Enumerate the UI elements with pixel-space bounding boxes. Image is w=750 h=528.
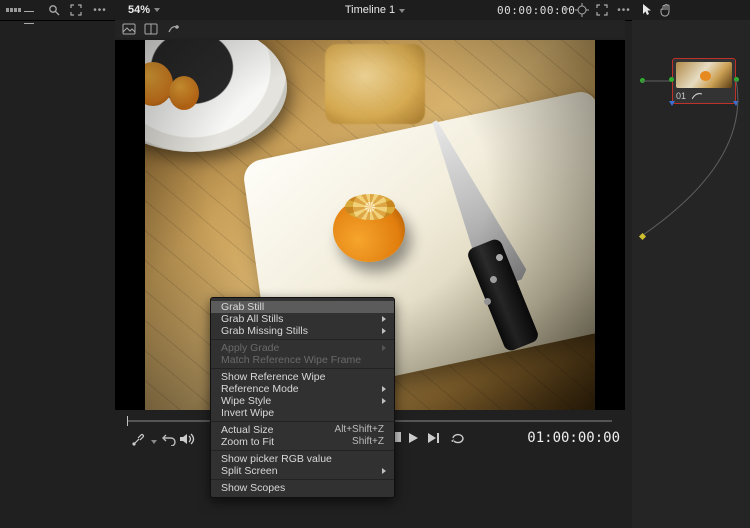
chevron-right-icon [382,398,386,404]
hand-tool-icon[interactable] [658,0,674,20]
node-graph-panel[interactable]: 01 [632,20,750,528]
chevron-down-icon [399,9,405,13]
record-timecode[interactable]: 01:00:00:00 [527,430,620,446]
next-clip-button[interactable] [426,431,440,445]
mute-toggle-icon[interactable] [179,432,195,446]
chevron-down-icon[interactable] [558,0,570,20]
chevron-right-icon [382,328,386,334]
top-toolbar: ••• 54% Timeline 1 00:00:00:00 ••• [0,0,750,21]
menu-show-picker-rgb[interactable]: Show picker RGB value [211,453,394,465]
image-mode-icon[interactable] [121,20,137,38]
menu-wipe-style[interactable]: Wipe Style [211,395,394,407]
viewer-toolbar [115,20,625,38]
menu-invert-wipe[interactable]: Invert Wipe [211,407,394,419]
zoom-dropdown[interactable]: 54% [122,0,166,20]
picker-tool-icon[interactable] [132,432,146,446]
menu-grab-missing-stills[interactable]: Grab Missing Stills [211,325,394,337]
menu-reference-mode[interactable]: Reference Mode [211,383,394,395]
menu-show-reference-wipe[interactable]: Show Reference Wipe [211,371,394,383]
viewer-context-menu: Grab Still Grab All Stills Grab Missing … [210,297,395,498]
menu-apply-grade: Apply Grade [211,342,394,354]
grid-view-icon[interactable] [6,0,22,20]
chevron-right-icon [382,386,386,392]
fx-mode-icon[interactable] [165,20,181,38]
menu-grab-still[interactable]: Grab Still [211,301,394,313]
chevron-right-icon [382,316,386,322]
menu-actual-size[interactable]: Actual SizeAlt+Shift+Z [211,424,394,436]
menu-zoom-to-fit[interactable]: Zoom to FitShift+Z [211,436,394,448]
chevron-down-icon [154,8,160,12]
menu-show-scopes[interactable]: Show Scopes [211,482,394,494]
pointer-tool-icon[interactable] [640,0,654,20]
kebab-icon[interactable]: ••• [90,0,110,20]
node-connector [643,80,743,260]
menu-match-reference: Match Reference Wipe Frame [211,354,394,366]
chevron-right-icon [382,345,386,351]
chevron-right-icon [382,468,386,474]
timeline-title-dropdown[interactable]: Timeline 1 [345,4,405,16]
play-button[interactable] [408,431,420,445]
list-view-icon[interactable] [24,0,40,20]
menu-split-screen[interactable]: Split Screen [211,465,394,477]
kebab-icon[interactable]: ••• [614,0,634,20]
split-mode-icon[interactable] [143,20,159,38]
menu-grab-all-stills[interactable]: Grab All Stills [211,313,394,325]
search-icon[interactable] [46,0,62,20]
expand-icon[interactable] [594,0,610,20]
expand-icon[interactable] [68,0,84,20]
reticle-icon[interactable] [574,0,590,20]
loop-button[interactable] [450,431,466,445]
chevron-down-icon[interactable] [147,435,157,447]
undo-icon[interactable] [161,432,177,446]
